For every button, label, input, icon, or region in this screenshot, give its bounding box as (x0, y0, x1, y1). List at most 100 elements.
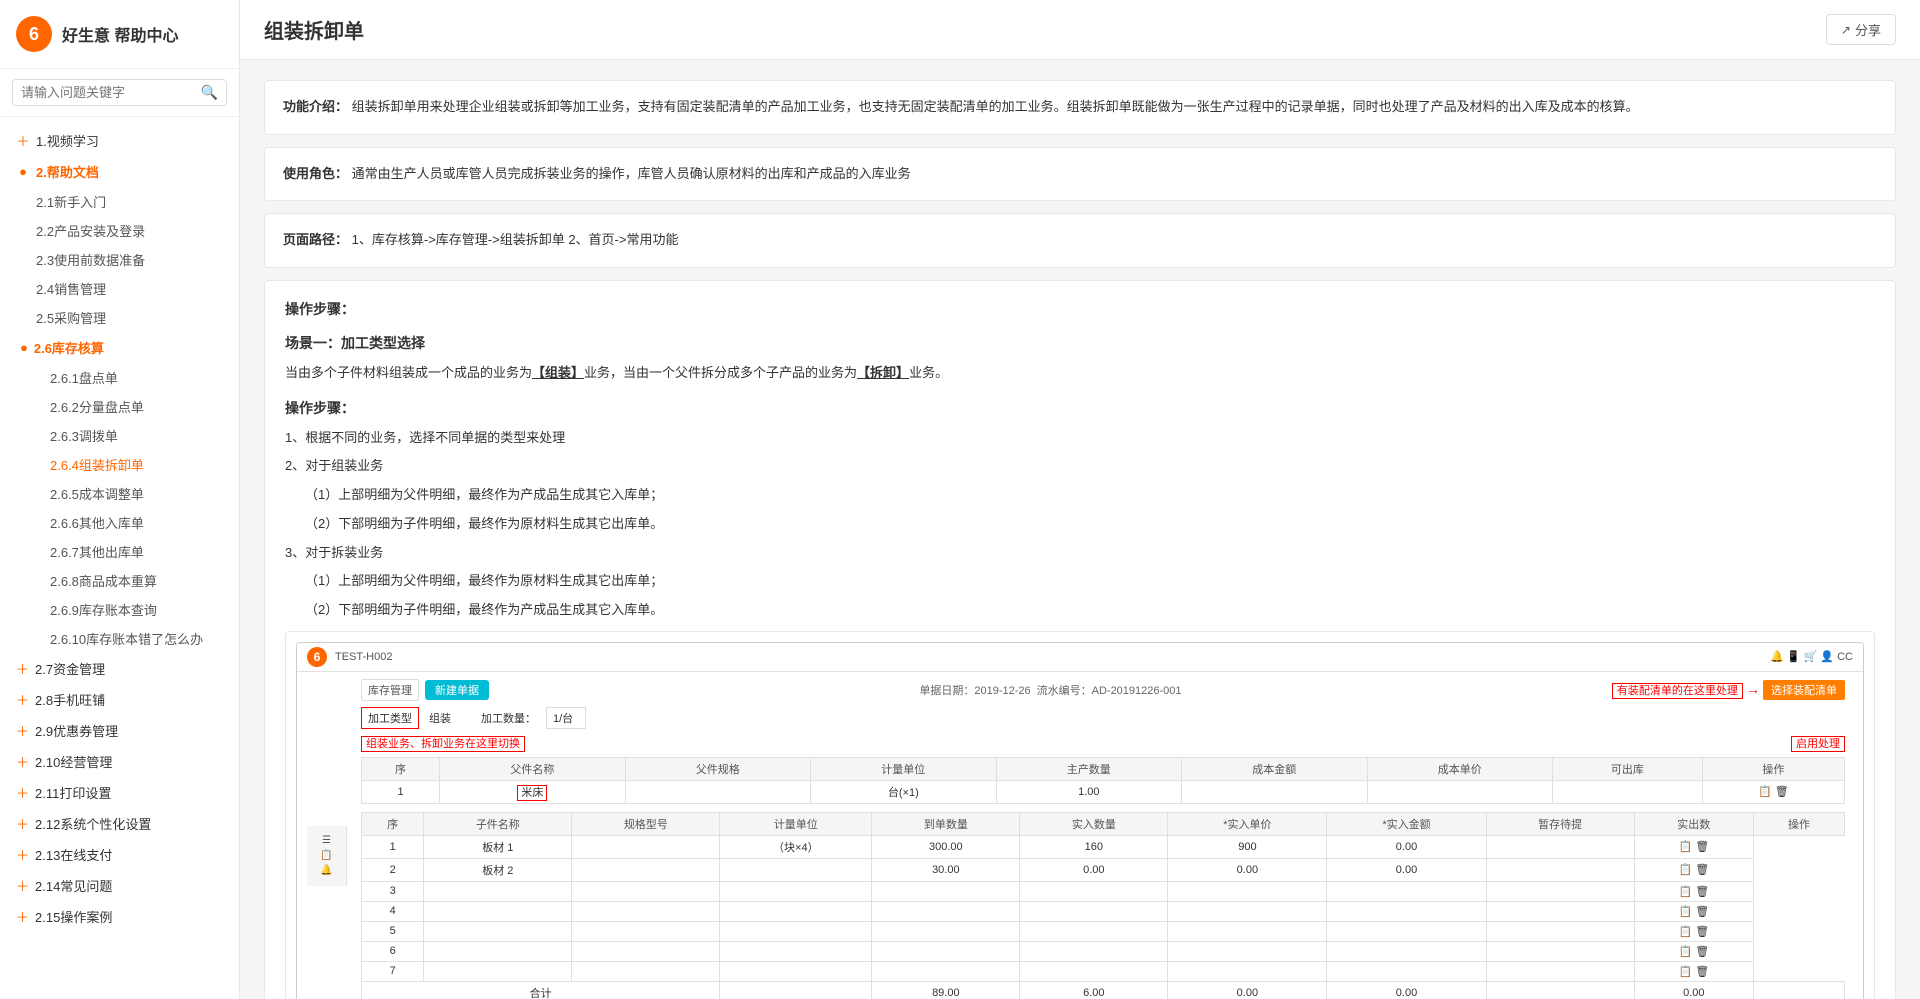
mock-screenshot: 6 TEST-H002 🔔 📱 🛒 👤 CC ☰ 📋 🔔 (296, 642, 1864, 999)
sidebar-item-2-12-label: 2.12系统个性化设置 (35, 814, 151, 833)
mock-lower-row-7: 7 (362, 961, 1845, 981)
sidebar-item-1-label: 1.视频学习 (36, 131, 99, 150)
app-name: 好生意 帮助中心 (62, 22, 178, 46)
sidebar-item-2-8[interactable]: ＋ 2.8手机旺铺 (0, 684, 239, 715)
sidebar-item-2-6-9[interactable]: 2.6.9库存账本查询 (0, 595, 239, 624)
sidebar-item-2-9[interactable]: ＋ 2.9优惠券管理 (0, 715, 239, 746)
sidebar-item-2-15[interactable]: ＋ 2.15操作案例 (0, 901, 239, 932)
sidebar-item-2-9-label: 2.9优惠券管理 (35, 721, 118, 740)
mock-qty-val: 1/台 (546, 707, 586, 729)
nav-tree: ＋ 1.视频学习 ● 2.帮助文档 2.1新手入门 2.2产品安装及登录 2.3… (0, 117, 239, 999)
step-2-1: （1）上部明细为父件明细，最终作为产成品生成其它入库单； (305, 483, 1875, 508)
sidebar-item-2-6-3[interactable]: 2.6.3调拨单 (0, 421, 239, 450)
search-box: 🔍 (0, 69, 239, 117)
sidebar-item-2-2[interactable]: 2.2产品安装及登录 (0, 216, 239, 245)
expand-icon-2-10: ＋ (16, 752, 29, 771)
path-text: 1、库存核算->库存管理->组装拆卸单 2、首页->常用功能 (352, 232, 679, 247)
sidebar-item-2-11[interactable]: ＋ 2.11打印设置 (0, 777, 239, 808)
scene1-title: 场景一：加工类型选择 (285, 333, 1875, 353)
sidebar-item-2-11-label: 2.11打印设置 (35, 783, 111, 802)
search-icon[interactable]: 🔍 (201, 84, 218, 101)
mock-qty-label: 加工数量： (481, 710, 536, 726)
mock-lower-row-6: 6 (362, 941, 1845, 961)
sidebar-item-2-4[interactable]: 2.4销售管理 (0, 274, 239, 303)
arrow-right-1: → (1746, 681, 1760, 697)
sidebar-item-2-6-4[interactable]: 2.6.4组装拆卸单 (0, 450, 239, 479)
sidebar-item-2-13-label: 2.13在线支付 (35, 845, 112, 864)
mock-date: 单据日期：2019-12-26 (919, 682, 1030, 698)
ops-title: 操作步骤： (285, 299, 1875, 319)
mock-logo: 6 (307, 647, 327, 667)
sidebar-item-2-7[interactable]: ＋ 2.7资金管理 (0, 653, 239, 684)
sidebar-item-2-label: 2.帮助文档 (36, 162, 99, 181)
sidebar-item-2-14[interactable]: ＋ 2.14常见问题 (0, 870, 239, 901)
search-wrap[interactable]: 🔍 (12, 79, 227, 106)
collapse-icon-2: ● (16, 165, 30, 179)
step-list: 1、根据不同的业务，选择不同单据的类型来处理 2、对于组装业务 （1）上部明细为… (285, 426, 1875, 623)
main-area: 组装拆卸单 ↗ 分享 功能介绍： 组装拆卸单用来处理企业组装或拆卸等加工业务，支… (240, 0, 1920, 999)
step-3-sub: （1）上部明细为父件明细，最终作为原材料生成其它出库单； （2）下部明细为子件明… (305, 569, 1875, 622)
step-2-sub: （1）上部明细为父件明细，最终作为产成品生成其它入库单； （2）下部明细为子件明… (305, 483, 1875, 536)
mock-select-btn: 选择装配清单 (1763, 680, 1845, 700)
sidebar-item-2-6-1[interactable]: 2.6.1盘点单 (0, 363, 239, 392)
sidebar-logo: 6 好生意 帮助中心 (0, 0, 239, 69)
sidebar-item-2-6-2[interactable]: 2.6.2分量盘点单 (0, 392, 239, 421)
sidebar-item-2-8-label: 2.8手机旺铺 (35, 690, 105, 709)
expand-icon-1: ＋ (16, 134, 30, 148)
annotation-3-text: 组装业务、拆卸业务在这里切换 (361, 736, 525, 752)
sidebar-item-1[interactable]: ＋ 1.视频学习 (0, 125, 239, 156)
step-3-2: （2）下部明细为子件明细，最终作为产成品生成其它入库单。 (305, 598, 1875, 623)
sidebar-item-2-12[interactable]: ＋ 2.12系统个性化设置 (0, 808, 239, 839)
share-icon: ↗ (1841, 23, 1851, 37)
mock-upper-table: 序 父件名称 父件规格 计量单位 主产数量 成本金额 成本单价 可出库 操作 (361, 757, 1845, 804)
sidebar-item-2-7-label: 2.7资金管理 (35, 659, 105, 678)
sidebar-item-2-6-5[interactable]: 2.6.5成本调整单 (0, 479, 239, 508)
expand-icon-2-7: ＋ (16, 659, 29, 678)
annotation-3: 组装业务、拆卸业务在这里切换 (361, 735, 525, 751)
ops-steps-title: 操作步骤： (285, 398, 1875, 418)
sidebar-item-2-13[interactable]: ＋ 2.13在线支付 (0, 839, 239, 870)
sidebar-item-2-1[interactable]: 2.1新手入门 (0, 187, 239, 216)
path-block: 页面路径： 1、库存核算->库存管理->组装拆卸单 2、首页->常用功能 (264, 213, 1896, 268)
share-button[interactable]: ↗ 分享 (1826, 14, 1896, 45)
mock-lower-row-1: 1 板材 1 （块×4） 300.00 160 900 0.00 (362, 835, 1845, 858)
sidebar-item-2-6[interactable]: ● 2.6库存核算 (0, 332, 239, 363)
sidebar-item-2-3[interactable]: 2.3使用前数据准备 (0, 245, 239, 274)
sidebar-item-2-6-6[interactable]: 2.6.6其他入库单 (0, 508, 239, 537)
collapse-icon-2-6: ● (20, 340, 28, 355)
mock-lower-section: 序 子件名称 规格型号 计量单位 到单数量 实入数量 *实入单价 *实入金额 (361, 812, 1845, 999)
annotation-1: 有装配清单的在这里处理 → 选择装配清单 (1612, 680, 1845, 700)
mock-icons: 🔔 📱 🛒 👤 CC (1770, 650, 1853, 663)
scene1-desc: 当由多个子件材料组装成一个成品的业务为【组装】业务，当由一个父件拆分成多个子产品… (285, 361, 1875, 386)
step-1: 1、根据不同的业务，选择不同单据的类型来处理 (285, 426, 1875, 451)
mock-main-content: 库存管理 新建单据 单据日期：2019-12-26 流水编号：AD-201912… (353, 675, 1853, 999)
sidebar-item-2-10-label: 2.10经营管理 (35, 752, 112, 771)
step-2-2: （2）下部明细为子件明细，最终作为原材料生成其它出库单。 (305, 512, 1875, 537)
search-input[interactable] (21, 85, 201, 100)
step-2: 2、对于组装业务 (285, 454, 1875, 479)
intro-block: 功能介绍： 组装拆卸单用来处理企业组装或拆卸等加工业务，支持有固定装配清单的产品… (264, 80, 1896, 135)
annotation-4-wrap: 启用处理 (1791, 735, 1845, 751)
sidebar-item-2-10[interactable]: ＋ 2.10经营管理 (0, 746, 239, 777)
mock-footer-row: 合计 89.00 6.00 0.00 0.00 0.00 (362, 981, 1845, 999)
mock-lower-row-4: 4 (362, 901, 1845, 921)
expand-icon-2-13: ＋ (16, 845, 29, 864)
sidebar-item-2[interactable]: ● 2.帮助文档 (0, 156, 239, 187)
sidebar-item-2-6-7[interactable]: 2.6.7其他出库单 (0, 537, 239, 566)
mock-upper-row-1: 1 米床 台(×1) 1.00 📋 🗑 (362, 780, 1845, 803)
step-3-1: （1）上部明细为父件明细，最终作为原材料生成其它出库单； (305, 569, 1875, 594)
mock-type-select: 加工类型 (361, 707, 419, 729)
mock-item-name-red: 米床 (517, 785, 547, 801)
sidebar-item-2-5[interactable]: 2.5采购管理 (0, 303, 239, 332)
sidebar-item-2-6-8[interactable]: 2.6.8商品成本重算 (0, 566, 239, 595)
intro-text: 组装拆卸单用来处理企业组装或拆卸等加工业务，支持有固定装配清单的产品加工业务，也… (352, 99, 1639, 114)
mock-tab-active: 新建单据 (425, 680, 489, 700)
mock-side-icons: ☰ 📋 🔔 (307, 826, 347, 886)
step-3: 3、对于拆装业务 (285, 541, 1875, 566)
expand-icon-2-15: ＋ (16, 907, 29, 926)
role-block: 使用角色： 通常由生产人员或库管人员完成拆装业务的操作，库管人员确认原材料的出库… (264, 147, 1896, 202)
role-text: 通常由生产人员或库管人员完成拆装业务的操作，库管人员确认原材料的出库和产成品的入… (352, 166, 911, 181)
sidebar-item-2-6-10[interactable]: 2.6.10库存账本错了怎么办 (0, 624, 239, 653)
screenshot-wrap: 6 TEST-H002 🔔 📱 🛒 👤 CC ☰ 📋 🔔 (285, 631, 1875, 999)
intro-label: 功能介绍： (283, 99, 348, 114)
